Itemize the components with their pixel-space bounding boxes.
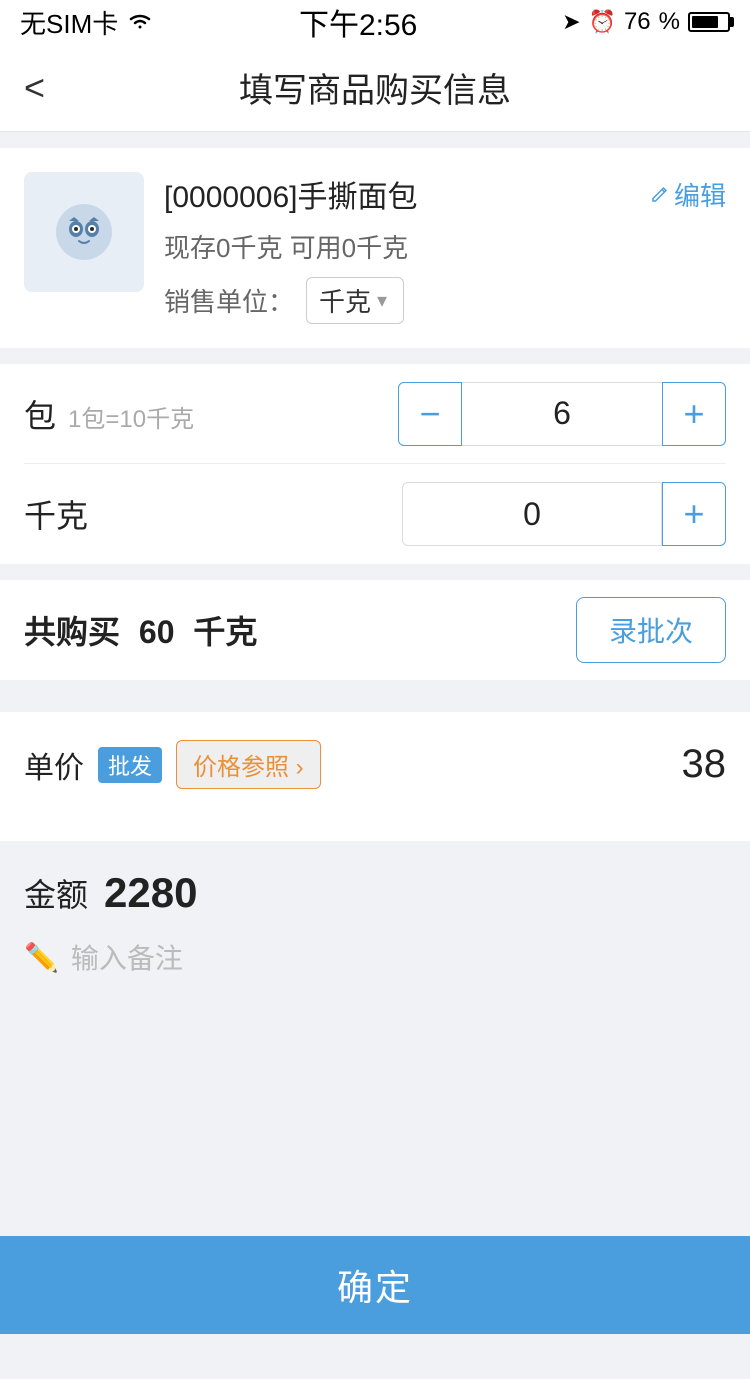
carrier-text: 无SIM卡: [20, 4, 118, 41]
bao-increment-button[interactable]: +: [662, 382, 726, 446]
bao-hint: 1包=10千克: [68, 399, 194, 434]
product-name: [0000006]手撕面包: [164, 172, 417, 216]
amount-section: 金额 2280 ✏️ 输入备注: [0, 841, 750, 1001]
product-stock: 现存0千克 可用0千克: [164, 228, 726, 265]
price-label: 单价: [24, 743, 84, 787]
note-placeholder: 输入备注: [71, 937, 183, 977]
amount-row: 金额 2280: [24, 869, 726, 917]
battery-icon: [688, 12, 730, 32]
bao-quantity-control: − +: [398, 382, 726, 446]
status-time: 下午2:56: [299, 0, 417, 44]
total-section: 共购买 60 千克 录批次: [0, 580, 750, 680]
amount-value: 2280: [104, 869, 197, 917]
total-value: 60: [139, 614, 175, 650]
product-unit-row: 销售单位： 千克 ▾: [164, 277, 726, 324]
confirm-button[interactable]: 确定: [0, 1236, 750, 1334]
product-section: [0000006]手撕面包 编辑 现存0千克 可用0千克 销售单位： 千克 ▾: [0, 148, 750, 348]
chevron-down-icon: ▾: [377, 288, 387, 313]
pencil-icon: ✏️: [24, 941, 59, 974]
kg-quantity-row: 千克 +: [24, 464, 726, 564]
quantity-section: 包 1包=10千克 − + 千克 +: [0, 364, 750, 564]
page-title: 填写商品购买信息: [239, 63, 511, 112]
status-bar: 无SIM卡 下午2:56 ➤ ⏰ 76%: [0, 0, 750, 44]
alarm-icon: ⏰: [589, 9, 616, 35]
note-row[interactable]: ✏️ 输入备注: [24, 937, 726, 977]
divider-1: [0, 348, 750, 364]
divider-2: [0, 680, 750, 696]
price-value: 38: [682, 742, 727, 787]
bao-decrement-button[interactable]: −: [398, 382, 462, 446]
price-tag: 批发: [98, 747, 162, 783]
status-right: ➤ ⏰ 76%: [562, 8, 730, 36]
edit-button[interactable]: 编辑: [650, 176, 726, 213]
product-name-row: [0000006]手撕面包 编辑: [164, 172, 726, 216]
battery-percent: 76: [624, 8, 651, 36]
batch-button[interactable]: 录批次: [576, 597, 726, 663]
amount-label: 金额: [24, 870, 88, 916]
kg-increment-button[interactable]: +: [662, 482, 726, 546]
bao-label: 包: [24, 391, 56, 437]
status-left: 无SIM卡: [20, 4, 154, 41]
product-info: [0000006]手撕面包 编辑 现存0千克 可用0千克 销售单位： 千克 ▾: [164, 172, 726, 324]
price-row: 单价 批发 价格参照 › 38: [24, 740, 726, 789]
confirm-button-label: 确定: [337, 1259, 413, 1311]
location-icon: ➤: [562, 9, 580, 35]
unit-select-value: 千克: [319, 282, 371, 319]
kg-label: 千克: [24, 491, 88, 537]
total-text: 共购买 60 千克: [24, 607, 257, 653]
price-left: 单价 批发 价格参照 ›: [24, 740, 321, 789]
wifi-icon: [126, 7, 154, 38]
kg-quantity-control: +: [402, 482, 726, 546]
product-image: [24, 172, 144, 292]
bao-label-group: 包 1包=10千克: [24, 391, 194, 437]
price-section: 单价 批发 价格参照 › 38: [0, 712, 750, 841]
price-reference-button[interactable]: 价格参照 ›: [176, 740, 321, 789]
unit-select[interactable]: 千克 ▾: [306, 277, 404, 324]
back-button[interactable]: <: [24, 67, 45, 109]
bao-quantity-input[interactable]: [462, 382, 662, 446]
nav-bar: < 填写商品购买信息: [0, 44, 750, 132]
unit-label: 销售单位：: [164, 282, 294, 319]
bao-quantity-row: 包 1包=10千克 − +: [24, 364, 726, 464]
kg-quantity-input[interactable]: [402, 482, 662, 546]
